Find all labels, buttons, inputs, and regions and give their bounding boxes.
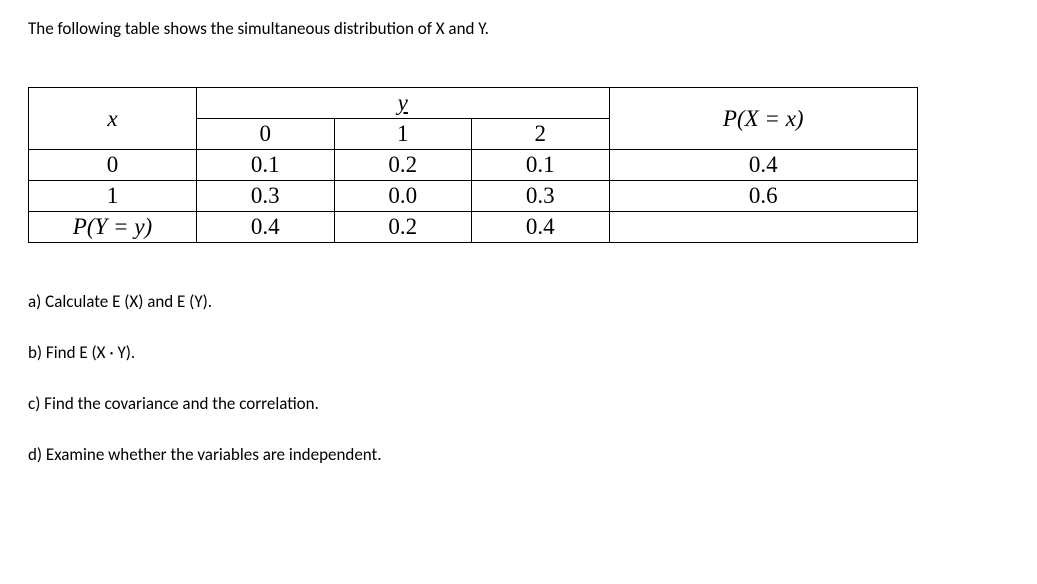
cell: 0.3: [197, 181, 335, 212]
x-header: x: [29, 88, 197, 150]
y-header: y: [197, 88, 610, 119]
cell: 0.0: [334, 181, 472, 212]
table-row: 1 0.3 0.0 0.3 0.6: [29, 181, 918, 212]
px-value: 0.6: [609, 181, 918, 212]
cell: 0.1: [197, 150, 335, 181]
table-row-py: P(Y = y) 0.4 0.2 0.4: [29, 212, 918, 243]
py-value: 0.2: [334, 212, 472, 243]
cell: 0.2: [334, 150, 472, 181]
py-value: 0.4: [472, 212, 610, 243]
py-label: P(Y = y): [29, 212, 197, 243]
question-d: d) Examine whether the variables are ind…: [28, 444, 1009, 465]
empty-cell: [609, 212, 918, 243]
questions-block: a) Calculate E (X) and E (Y). b) Find E …: [28, 291, 1009, 465]
cell: 0.3: [472, 181, 610, 212]
px-label-text: P(X = x): [723, 106, 804, 131]
question-b: b) Find E (X · Y).: [28, 342, 1009, 363]
question-c: c) Find the covariance and the correlati…: [28, 393, 1009, 414]
y-value-1: 1: [334, 119, 472, 150]
x-value: 0: [29, 150, 197, 181]
py-label-text: P(Y = y): [73, 214, 152, 239]
y-value-0: 0: [197, 119, 335, 150]
x-value: 1: [29, 181, 197, 212]
px-value: 0.4: [609, 150, 918, 181]
px-label: P(X = x): [609, 88, 918, 150]
y-value-2: 2: [472, 119, 610, 150]
joint-distribution-table: x y P(X = x) 0 1 2 0 0.1 0.2 0.1 0.4 1 0…: [28, 87, 918, 243]
intro-text: The following table shows the simultaneo…: [28, 18, 1009, 39]
table-row: 0 0.1 0.2 0.1 0.4: [29, 150, 918, 181]
question-a: a) Calculate E (X) and E (Y).: [28, 291, 1009, 312]
cell: 0.1: [472, 150, 610, 181]
py-value: 0.4: [197, 212, 335, 243]
